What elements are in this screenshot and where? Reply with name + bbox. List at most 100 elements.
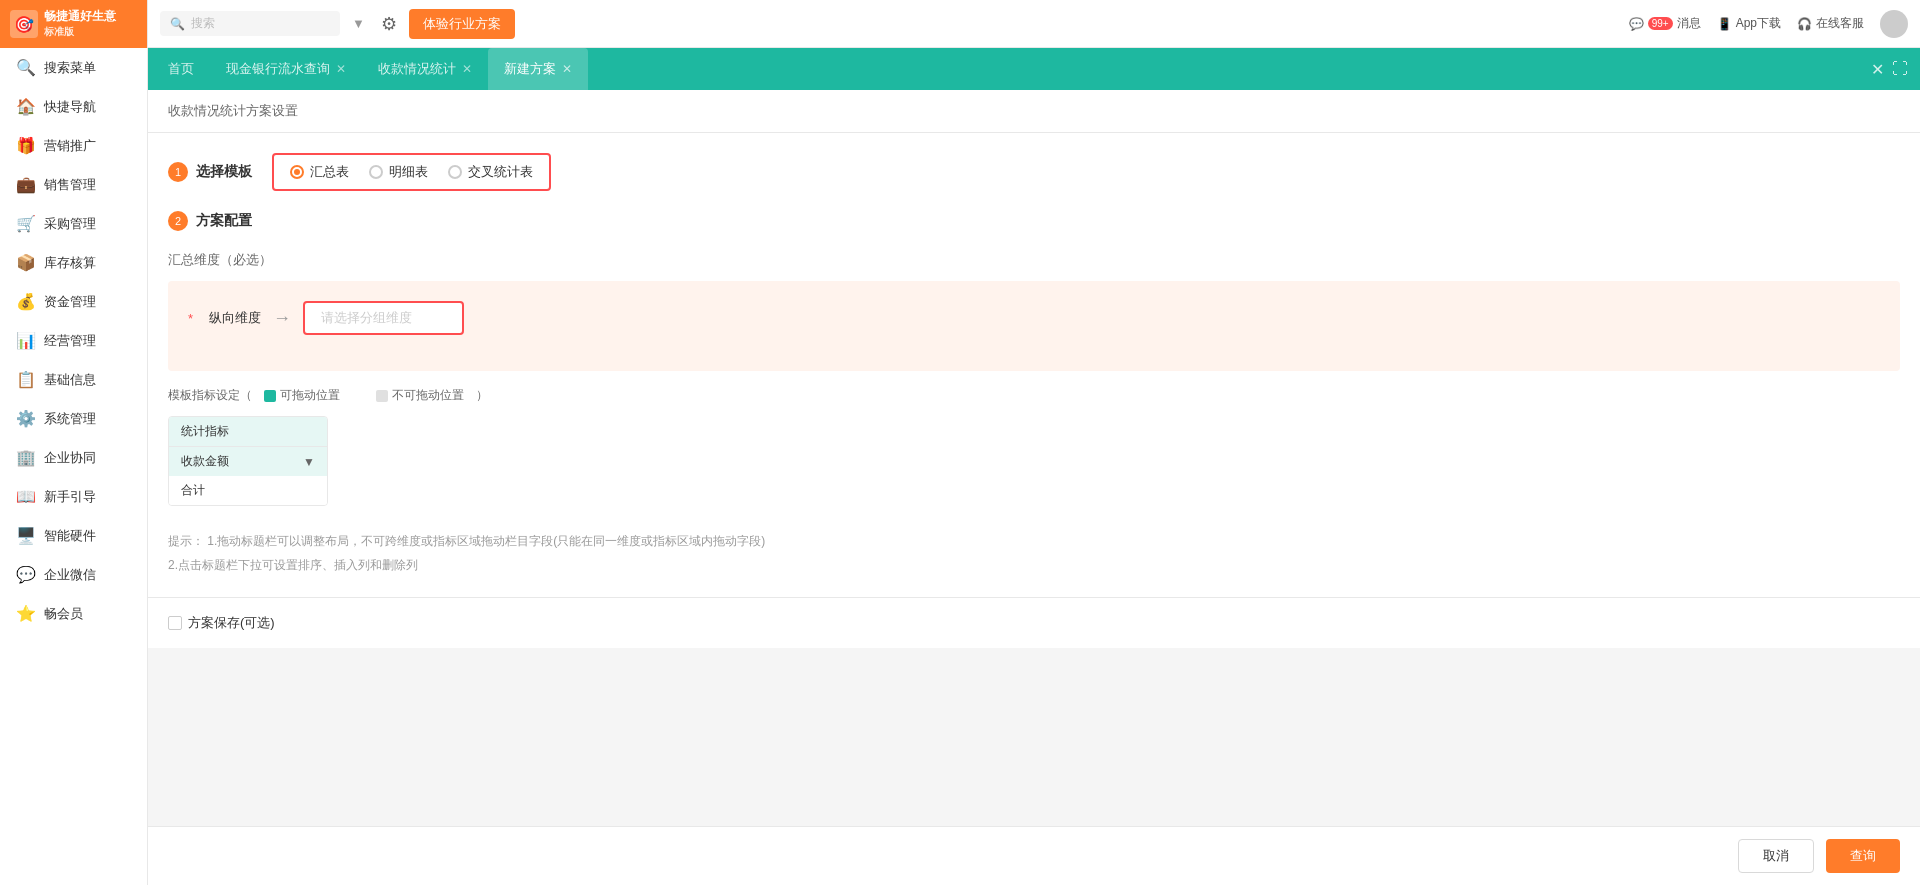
radio-detail[interactable]: 明细表 xyxy=(369,163,428,181)
sidebar-item-operations[interactable]: 📊 经营管理 xyxy=(0,321,147,360)
tab-cashflow[interactable]: 现金银行流水查询 ✕ xyxy=(210,48,362,90)
close-window-icon[interactable]: ✕ xyxy=(1871,60,1884,79)
tab-close-icon[interactable]: ✕ xyxy=(562,62,572,76)
sidebar-item-label: 畅会员 xyxy=(44,605,83,623)
inventory-icon: 📦 xyxy=(16,253,36,272)
purchase-icon: 🛒 xyxy=(16,214,36,233)
legend-drag: 可拖动位置 xyxy=(264,387,340,404)
wechat-icon: 💬 xyxy=(16,565,36,584)
finance-icon: 💰 xyxy=(16,292,36,311)
sidebar-item-purchase[interactable]: 🛒 采购管理 xyxy=(0,204,147,243)
user-avatar[interactable] xyxy=(1880,10,1908,38)
indicator-col-label: 收款金额 xyxy=(181,453,229,470)
app-download-action[interactable]: 📱 App下载 xyxy=(1717,15,1781,32)
radio-crosstab[interactable]: 交叉统计表 xyxy=(448,163,533,181)
footer-bar: 取消 查询 xyxy=(148,826,1920,885)
drag-legend-box xyxy=(264,390,276,402)
dimension-area: * 纵向维度 → 请选择分组维度 xyxy=(168,281,1900,371)
sidebar-item-marketing[interactable]: 🎁 营销推广 xyxy=(0,126,147,165)
legend-close-paren: ） xyxy=(476,387,488,404)
template-select-box: 汇总表 明细表 交叉统计表 xyxy=(272,153,551,191)
system-icon: ⚙️ xyxy=(16,409,36,428)
search-placeholder: 搜索 xyxy=(191,15,215,32)
main-area: 🔍 搜索 ▼ ⚙ 体验行业方案 💬 99+ 消息 📱 App下载 🎧 在线客服 xyxy=(148,0,1920,885)
sidebar-item-inventory[interactable]: 📦 库存核算 xyxy=(0,243,147,282)
sidebar-item-membership[interactable]: ⭐ 畅会员 xyxy=(0,594,147,633)
nodrag-legend-label: 不可拖动位置 xyxy=(392,387,464,404)
basic-info-icon: 📋 xyxy=(16,370,36,389)
sidebar-item-guide[interactable]: 📖 新手引导 xyxy=(0,477,147,516)
indicator-col-cell[interactable]: 收款金额 ▼ xyxy=(169,447,327,476)
home-icon: 🏠 xyxy=(16,97,36,116)
tab-label: 新建方案 xyxy=(504,60,556,78)
notification-action[interactable]: 💬 99+ 消息 xyxy=(1629,15,1701,32)
save-checkbox[interactable]: 方案保存(可选) xyxy=(168,614,275,632)
tab-close-icon[interactable]: ✕ xyxy=(336,62,346,76)
sidebar-item-finance[interactable]: 💰 资金管理 xyxy=(0,282,147,321)
tab-label: 现金银行流水查询 xyxy=(226,60,330,78)
step1-title: 选择模板 xyxy=(196,163,252,181)
tab-new-plan[interactable]: 新建方案 ✕ xyxy=(488,48,588,90)
step2-badge: 2 xyxy=(168,211,188,231)
gear-icon[interactable]: ⚙ xyxy=(381,13,397,35)
topbar-actions: 💬 99+ 消息 📱 App下载 🎧 在线客服 xyxy=(1629,10,1908,38)
enterprise-icon: 🏢 xyxy=(16,448,36,467)
sidebar: 🎯 畅捷通好生意 标准版 🔍 搜索菜单 🏠 快捷导航 🎁 营销推广 💼 销售管理… xyxy=(0,0,148,885)
support-icon: 🎧 xyxy=(1797,17,1812,31)
radio-label-detail: 明细表 xyxy=(389,163,428,181)
search-box[interactable]: 🔍 搜索 xyxy=(160,11,340,36)
dimension-select[interactable]: 请选择分组维度 xyxy=(303,301,464,335)
support-action[interactable]: 🎧 在线客服 xyxy=(1797,15,1864,32)
sidebar-item-basic-info[interactable]: 📋 基础信息 xyxy=(0,360,147,399)
sidebar-item-label: 快捷导航 xyxy=(44,98,96,116)
save-checkbox-label: 方案保存(可选) xyxy=(188,614,275,632)
radio-summary[interactable]: 汇总表 xyxy=(290,163,349,181)
sidebar-item-wechat[interactable]: 💬 企业微信 xyxy=(0,555,147,594)
required-star: * xyxy=(188,311,193,326)
step2-title: 方案配置 xyxy=(196,212,252,230)
topbar: 🔍 搜索 ▼ ⚙ 体验行业方案 💬 99+ 消息 📱 App下载 🎧 在线客服 xyxy=(148,0,1920,48)
dimension-section-label: 汇总维度（必选） xyxy=(168,251,1900,269)
notification-label: 消息 xyxy=(1677,15,1701,32)
sidebar-item-label: 系统管理 xyxy=(44,410,96,428)
step1-row: 1 选择模板 汇总表 明细表 交叉统计表 xyxy=(168,153,1900,191)
dimension-row: * 纵向维度 → 请选择分组维度 xyxy=(188,301,1880,335)
chevron-down-icon[interactable]: ▼ xyxy=(352,16,365,31)
radio-dot-summary xyxy=(290,165,304,179)
download-label: App下载 xyxy=(1736,15,1781,32)
drag-legend-label: 可拖动位置 xyxy=(280,387,340,404)
sales-icon: 💼 xyxy=(16,175,36,194)
sidebar-item-hardware[interactable]: 🖥️ 智能硬件 xyxy=(0,516,147,555)
sidebar-item-quick-nav[interactable]: 🏠 快捷导航 xyxy=(0,87,147,126)
download-icon: 📱 xyxy=(1717,17,1732,31)
query-button[interactable]: 查询 xyxy=(1826,839,1900,873)
sidebar-item-enterprise[interactable]: 🏢 企业协同 xyxy=(0,438,147,477)
page-header: 收款情况统计方案设置 xyxy=(148,90,1920,133)
legend-separator xyxy=(352,387,364,404)
marketing-icon: 🎁 xyxy=(16,136,36,155)
indicator-title: 模板指标设定（ xyxy=(168,387,252,404)
industry-button[interactable]: 体验行业方案 xyxy=(409,9,515,39)
tabs-right-actions: ✕ ⛶ xyxy=(1871,60,1916,79)
sidebar-item-label: 库存核算 xyxy=(44,254,96,272)
tab-label: 首页 xyxy=(168,60,194,78)
tab-close-icon[interactable]: ✕ xyxy=(462,62,472,76)
sidebar-item-search-menu[interactable]: 🔍 搜索菜单 xyxy=(0,48,147,87)
indicator-table-header: 统计指标 xyxy=(169,417,327,447)
hardware-icon: 🖥️ xyxy=(16,526,36,545)
radio-label-summary: 汇总表 xyxy=(310,163,349,181)
maximize-icon[interactable]: ⛶ xyxy=(1892,60,1908,78)
form-area: 1 选择模板 汇总表 明细表 交叉统计表 xyxy=(148,133,1920,597)
sidebar-item-label: 经营管理 xyxy=(44,332,96,350)
logo-icon: 🎯 xyxy=(10,10,38,38)
sidebar-item-label: 企业微信 xyxy=(44,566,96,584)
sidebar-item-system[interactable]: ⚙️ 系统管理 xyxy=(0,399,147,438)
search-icon: 🔍 xyxy=(170,17,185,31)
membership-icon: ⭐ xyxy=(16,604,36,623)
vertical-dim-label: 纵向维度 xyxy=(209,309,261,327)
tab-collection-stats[interactable]: 收款情况统计 ✕ xyxy=(362,48,488,90)
dropdown-arrow-icon: ▼ xyxy=(303,455,315,469)
cancel-button[interactable]: 取消 xyxy=(1738,839,1814,873)
sidebar-item-sales[interactable]: 💼 销售管理 xyxy=(0,165,147,204)
tab-home[interactable]: 首页 xyxy=(152,48,210,90)
